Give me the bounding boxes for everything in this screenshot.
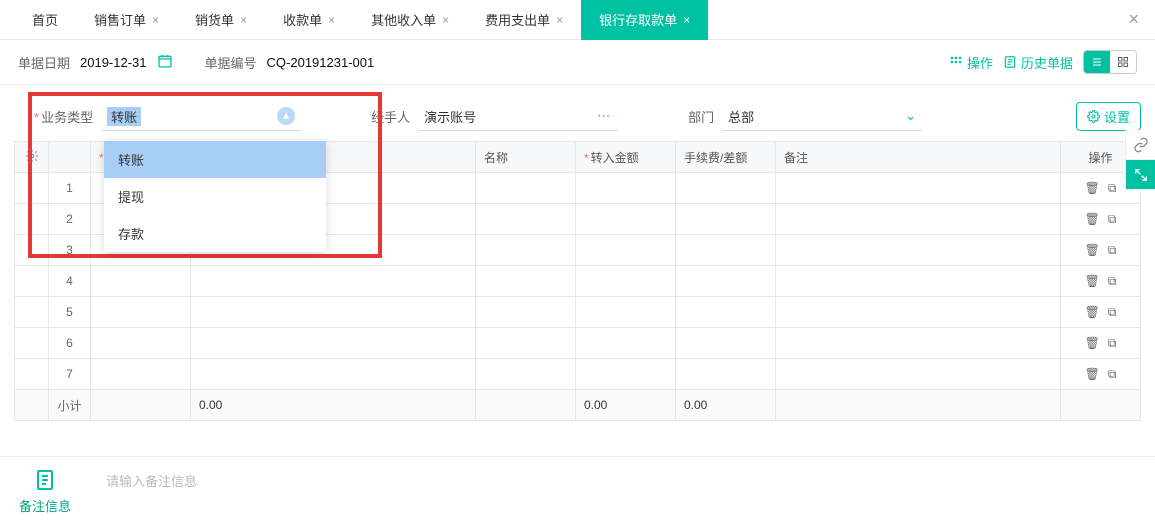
delete-icon[interactable]: 🗑 bbox=[1085, 367, 1100, 381]
option-deposit[interactable]: 存款 bbox=[104, 215, 326, 252]
agent-field: 经手人 演示账号 ⋯ bbox=[371, 103, 618, 131]
close-icon[interactable]: × bbox=[240, 13, 247, 27]
tab-home[interactable]: 首页 bbox=[14, 0, 76, 40]
close-icon[interactable]: × bbox=[683, 13, 690, 27]
calendar-icon[interactable] bbox=[157, 53, 173, 72]
table-row[interactable]: 5🗑⧉ bbox=[15, 297, 1141, 328]
tab-receipt[interactable]: 收款单× bbox=[265, 0, 353, 40]
remark-input[interactable]: 请输入备注信息 bbox=[90, 457, 1155, 526]
docno-label: 单据编号 bbox=[205, 53, 257, 72]
view-toggle[interactable] bbox=[1083, 50, 1137, 74]
settings-button[interactable]: 设置 bbox=[1076, 102, 1141, 131]
close-icon[interactable]: × bbox=[556, 13, 563, 27]
copy-icon[interactable]: ⧉ bbox=[1108, 274, 1117, 288]
close-icon[interactable]: × bbox=[442, 13, 449, 27]
col-remark: 备注 bbox=[776, 142, 1061, 173]
ops-button[interactable]: 操作 bbox=[949, 53, 993, 72]
docno-value: CQ-20191231-001 bbox=[267, 55, 375, 70]
close-all-icon[interactable]: × bbox=[1112, 9, 1155, 30]
chevron-up-icon: ▲ bbox=[277, 107, 295, 125]
col-in-amt: *转入金额 bbox=[576, 142, 676, 173]
doc-header: 单据日期 2019-12-31 单据编号 CQ-20191231-001 操作 … bbox=[0, 40, 1155, 85]
agent-select[interactable]: 演示账号 ⋯ bbox=[418, 103, 618, 131]
delete-icon[interactable]: 🗑 bbox=[1085, 305, 1100, 319]
copy-icon[interactable]: ⧉ bbox=[1108, 181, 1117, 195]
table-row[interactable]: 7🗑⧉ bbox=[15, 359, 1141, 390]
delete-icon[interactable]: 🗑 bbox=[1085, 243, 1100, 257]
close-icon[interactable]: × bbox=[328, 13, 335, 27]
list-view-icon[interactable] bbox=[1084, 51, 1110, 73]
delete-icon[interactable]: 🗑 bbox=[1085, 274, 1100, 288]
history-button[interactable]: 历史单据 bbox=[1003, 53, 1073, 72]
tab-other-income[interactable]: 其他收入单× bbox=[353, 0, 467, 40]
biz-type-field: *业务类型 转账 ▲ 转账 提现 存款 bbox=[34, 103, 301, 131]
tab-expense[interactable]: 费用支出单× bbox=[467, 0, 581, 40]
tab-bar: 首页 销售订单× 销货单× 收款单× 其他收入单× 费用支出单× 银行存取款单×… bbox=[0, 0, 1155, 40]
date-label: 单据日期 bbox=[18, 53, 70, 72]
remark-tab[interactable]: 备注信息 bbox=[0, 457, 90, 526]
card-view-icon[interactable] bbox=[1110, 51, 1136, 73]
tab-sales-order[interactable]: 销售订单× bbox=[76, 0, 177, 40]
biz-type-select[interactable]: 转账 ▲ bbox=[101, 103, 301, 131]
tab-bank-transfer[interactable]: 银行存取款单× bbox=[581, 0, 708, 40]
link-icon[interactable] bbox=[1125, 130, 1155, 160]
copy-icon[interactable]: ⧉ bbox=[1108, 212, 1117, 226]
copy-icon[interactable]: ⧉ bbox=[1108, 336, 1117, 350]
gear-header[interactable] bbox=[15, 142, 49, 173]
biz-type-dropdown: 转账 提现 存款 bbox=[104, 141, 326, 252]
chevron-down-icon[interactable]: ⌄ bbox=[905, 108, 916, 124]
table-subtotal: 小计 0.00 0.00 0.00 bbox=[15, 390, 1141, 421]
date-value[interactable]: 2019-12-31 bbox=[80, 55, 147, 70]
table-row[interactable]: 6🗑⧉ bbox=[15, 328, 1141, 359]
dept-select[interactable]: 总部 ⌄ bbox=[722, 103, 922, 131]
col-fee: 手续费/差额 bbox=[676, 142, 776, 173]
option-transfer[interactable]: 转账 bbox=[104, 141, 326, 178]
form-row: *业务类型 转账 ▲ 转账 提现 存款 经手人 演示账号 ⋯ 部门 总部 ⌄ 设… bbox=[0, 85, 1155, 141]
dept-field: 部门 总部 ⌄ bbox=[688, 103, 922, 131]
delete-icon[interactable]: 🗑 bbox=[1085, 212, 1100, 226]
copy-icon[interactable]: ⧉ bbox=[1108, 367, 1117, 381]
remark-section: 备注信息 请输入备注信息 bbox=[0, 456, 1155, 526]
copy-icon[interactable]: ⧉ bbox=[1108, 305, 1117, 319]
option-withdraw[interactable]: 提现 bbox=[104, 178, 326, 215]
close-icon[interactable]: × bbox=[152, 13, 159, 27]
side-toolbar bbox=[1125, 130, 1155, 190]
table-row[interactable]: 4🗑⧉ bbox=[15, 266, 1141, 297]
delete-icon[interactable]: 🗑 bbox=[1085, 336, 1100, 350]
delete-icon[interactable]: 🗑 bbox=[1085, 181, 1100, 195]
expand-icon[interactable] bbox=[1125, 160, 1155, 190]
tab-delivery[interactable]: 销货单× bbox=[177, 0, 265, 40]
copy-icon[interactable]: ⧉ bbox=[1108, 243, 1117, 257]
col-name: 名称 bbox=[476, 142, 576, 173]
more-icon[interactable]: ⋯ bbox=[597, 108, 612, 124]
